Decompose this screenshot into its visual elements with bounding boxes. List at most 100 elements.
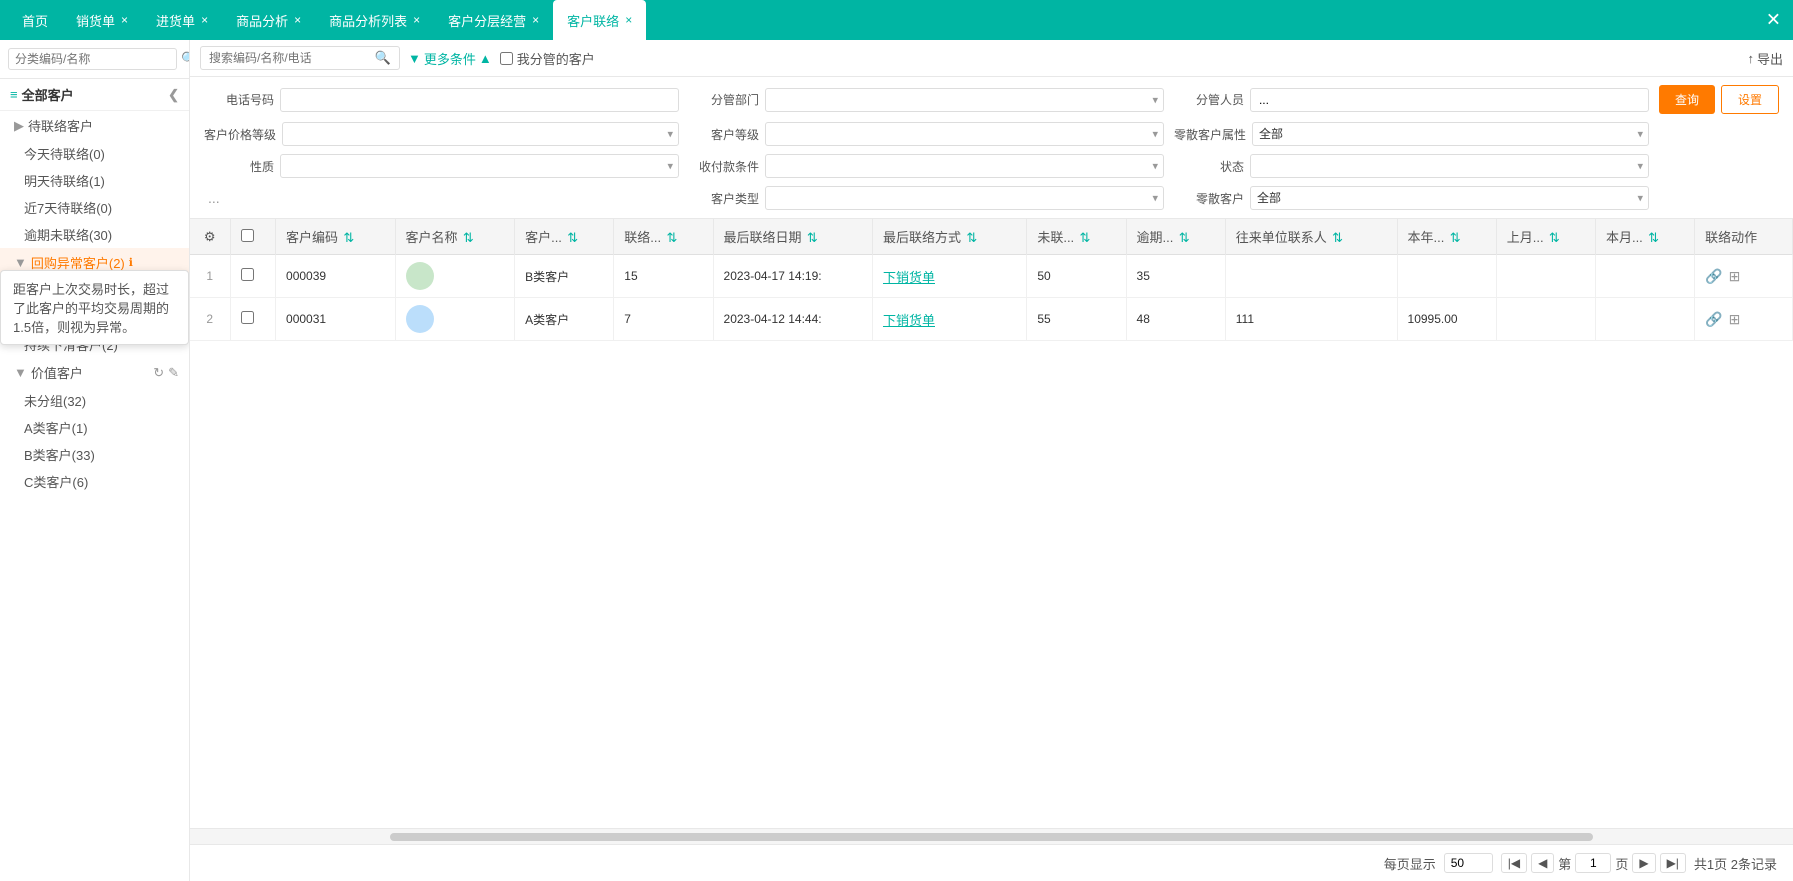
customer-type-select[interactable] [765,186,1164,210]
row2-name [395,298,515,341]
nav-home[interactable]: 首页 [8,0,62,40]
status-select[interactable] [1250,154,1649,178]
gear-icon[interactable]: ⚙ [204,229,216,244]
th-name: 客户名称 ⇅ [395,219,515,255]
main-search-icon[interactable]: 🔍 [375,50,391,66]
setting-button[interactable]: 设置 [1721,85,1779,114]
phone-input[interactable] [280,88,679,112]
row1-link-icon[interactable]: 🔗 [1705,268,1722,285]
sort-contact-person-icon[interactable]: ⇅ [1332,230,1343,245]
row2-grid-icon[interactable]: ⊞ [1729,311,1741,328]
sort-this-year-icon[interactable]: ⇅ [1450,230,1461,245]
th-uncontact: 未联... ⇅ [1027,219,1126,255]
collapse-arrow-icon[interactable]: ❮ [168,87,179,103]
more-fields-btn[interactable]: ... [204,190,224,206]
sort-last-date-icon[interactable]: ⇅ [807,230,818,245]
nav-purchase[interactable]: 进货单 × [142,0,222,40]
my-customers-checkbox[interactable] [500,52,513,65]
row1-last-method[interactable]: 下销货单 [872,255,1026,298]
sort-contact-icon[interactable]: ⇅ [666,230,677,245]
row2-contact-person: 111 [1225,298,1397,341]
horizontal-scrollbar[interactable] [190,828,1793,844]
nav-sales[interactable]: 销货单 × [62,0,142,40]
customer-level-select[interactable] [765,122,1164,146]
pagination: 每页显示 50 10 20 100 |◀ ◀ 第 页 ▶ ▶| [190,844,1793,881]
close-purchase-tab[interactable]: × [201,13,208,27]
sort-type-icon[interactable]: ⇅ [567,230,578,245]
row1-grid-icon[interactable]: ⊞ [1729,268,1741,285]
close-product-analysis-tab[interactable]: × [294,13,301,27]
sidebar-item-today[interactable]: 今天待联络(0) [0,140,189,167]
nav-customer-segmentation[interactable]: 客户分层经营 × [434,0,553,40]
retail-attr-select[interactable]: 全部 [1252,122,1649,146]
sort-name-icon[interactable]: ⇅ [463,230,474,245]
refresh-icon[interactable]: ↻ [153,365,164,381]
close-sales-tab[interactable]: × [121,13,128,27]
extra-field: ... [204,190,679,206]
query-button[interactable]: 查询 [1659,85,1715,114]
th-last-month: 上月... ⇅ [1496,219,1595,255]
price-level-select[interactable] [282,122,679,146]
dept-select[interactable] [765,88,1164,112]
price-level-field: 客户价格等级 [204,122,679,146]
per-page-select[interactable]: 50 10 20 100 [1444,853,1493,873]
edit-icon[interactable]: ✎ [168,365,179,381]
sidebar-search-icon[interactable]: 🔍 [181,51,190,67]
nav-product-analysis[interactable]: 商品分析 × [222,0,315,40]
sidebar-item-ungrouped[interactable]: 未分组(32) [0,387,189,414]
info-icon: ℹ [129,256,133,269]
sidebar-item-tomorrow[interactable]: 明天待联络(1) [0,167,189,194]
th-type: 客户... ⇅ [515,219,614,255]
sort-code-icon[interactable]: ⇅ [343,230,354,245]
close-all-button[interactable]: ✕ [1766,10,1781,31]
filter-row-2: 客户价格等级 客户等级 [204,122,1779,146]
group-pending-contact[interactable]: ▶ 待联络客户 [0,111,189,140]
sort-last-method-icon[interactable]: ⇅ [966,230,977,245]
last-page-btn[interactable]: ▶| [1660,853,1686,873]
scroll-bar-thumb[interactable] [390,833,1593,841]
sidebar-item-class-c[interactable]: C类客户(6) [0,468,189,495]
row1-action: 🔗 ⊞ [1695,255,1793,298]
all-customers-header[interactable]: ≡ 全部客户 ❮ [0,79,189,111]
manager-input[interactable] [1250,88,1649,112]
first-page-btn[interactable]: |◀ [1501,853,1527,873]
group-value-customers[interactable]: ▼ 价值客户 ↻ ✎ [0,358,189,387]
close-contact-tab[interactable]: × [625,13,632,27]
row2-last-method[interactable]: 下销货单 [872,298,1026,341]
nature-label: 性质 [204,158,274,175]
sidebar-search-input[interactable] [8,48,177,70]
nav-product-analysis-list[interactable]: 商品分析列表 × [315,0,434,40]
sort-overdue-icon[interactable]: ⇅ [1179,230,1190,245]
nature-select[interactable] [280,154,679,178]
more-conditions-btn[interactable]: ▼ 更多条件 ▲ [408,49,492,68]
dept-field: 分管部门 [689,88,1164,112]
nav-customer-contact[interactable]: 客户联络 × [553,0,646,40]
th-overdue: 逾期... ⇅ [1126,219,1225,255]
th-gear: ⚙ [190,219,230,255]
sidebar-item-class-b[interactable]: B类客户(33) [0,441,189,468]
sidebar-item-7days[interactable]: 近7天待联络(0) [0,194,189,221]
next-page-btn[interactable]: ▶ [1632,853,1655,873]
th-last-date: 最后联络日期 ⇅ [713,219,872,255]
export-button[interactable]: ↑ 导出 [1747,49,1783,68]
tooltip-box: 距客户上次交易时长，超过了此客户的平均交易周期的1.5倍，则视为异常。 [0,270,189,345]
row2-select-checkbox[interactable] [241,311,254,324]
row1-contact-person [1225,255,1397,298]
row2-link-icon[interactable]: 🔗 [1705,311,1722,328]
filter-row-3: 性质 收付款条件 [204,154,1779,178]
sort-uncontact-icon[interactable]: ⇅ [1080,230,1091,245]
sidebar-item-overdue[interactable]: 逾期未联络(30) [0,221,189,248]
page-input[interactable] [1575,853,1611,873]
sort-this-month-icon[interactable]: ⇅ [1648,230,1659,245]
payment-select[interactable] [765,154,1164,178]
select-all-checkbox[interactable] [241,229,254,242]
sort-last-month-icon[interactable]: ⇅ [1549,230,1560,245]
main-search-input[interactable] [209,51,371,65]
retail-customer-select[interactable]: 全部 [1250,186,1649,210]
close-segmentation-tab[interactable]: × [532,13,539,27]
close-product-list-tab[interactable]: × [413,13,420,27]
sidebar-item-class-a[interactable]: A类客户(1) [0,414,189,441]
row2-contact: 7 [614,298,713,341]
row1-select-checkbox[interactable] [241,268,254,281]
prev-page-btn[interactable]: ◀ [1531,853,1554,873]
